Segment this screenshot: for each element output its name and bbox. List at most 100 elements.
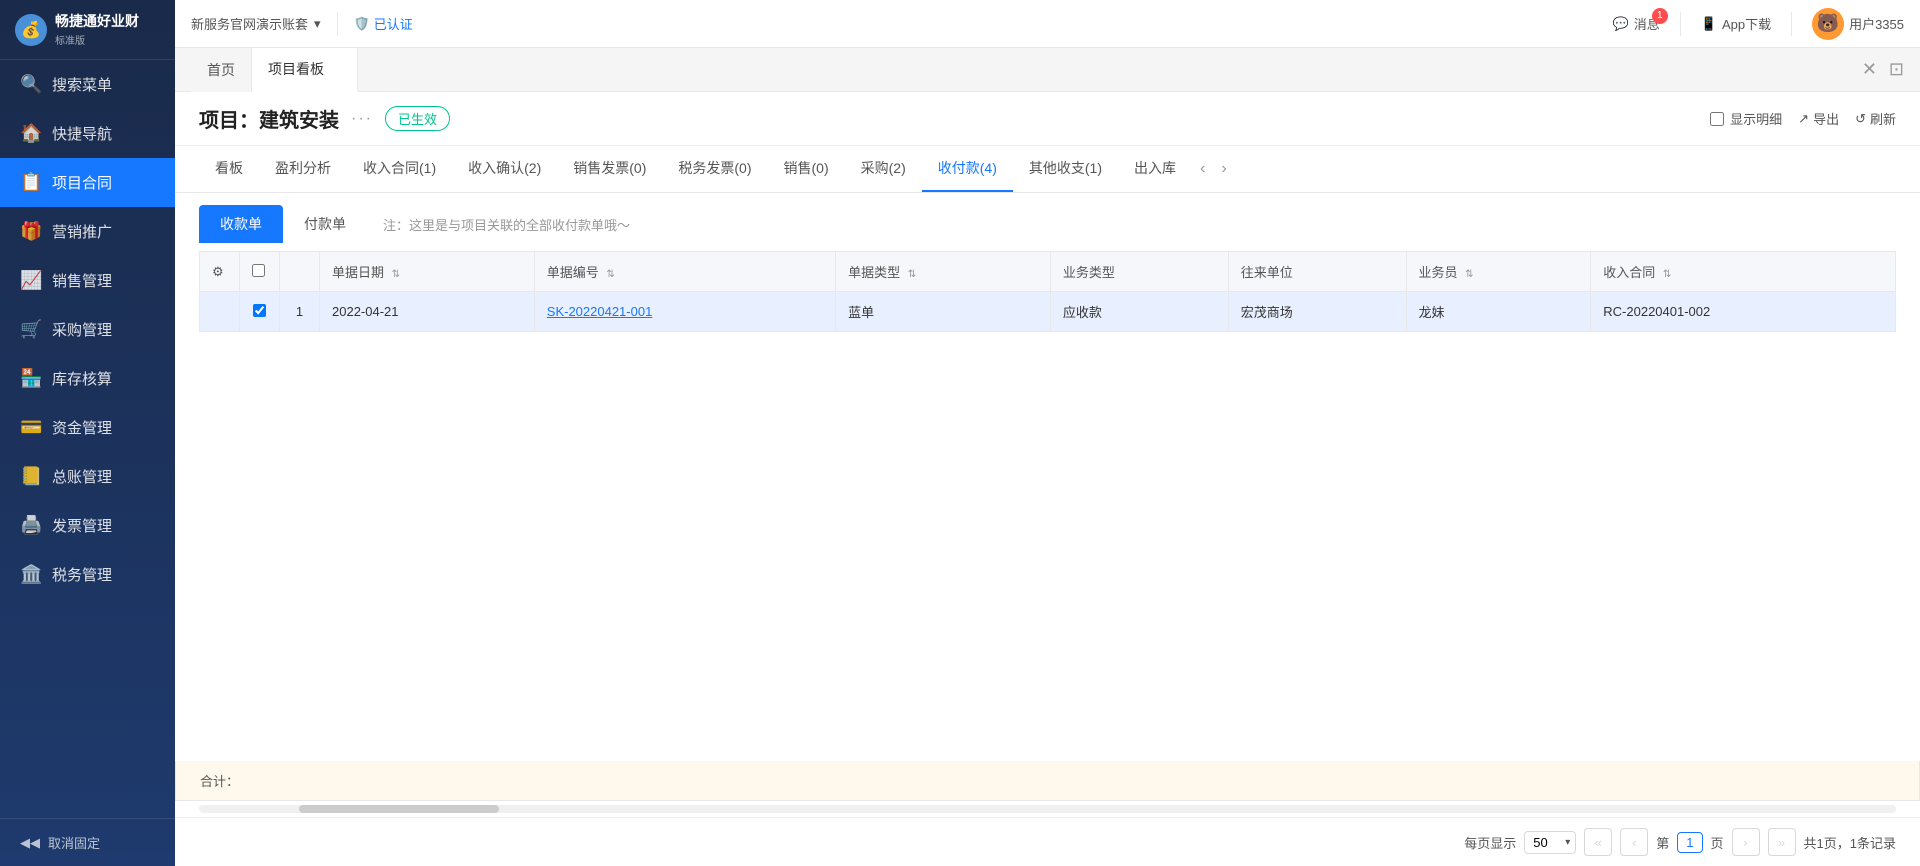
home-icon: 🏠 (20, 123, 42, 144)
sidebar-unpin[interactable]: ◀◀ 取消固定 (0, 818, 175, 866)
account-selector[interactable]: 新服务官网演示账套 ▾ (191, 14, 321, 33)
last-page-button[interactable]: » (1768, 828, 1796, 856)
verified-label: 已认证 (374, 14, 413, 33)
more-options[interactable]: ··· (351, 110, 373, 128)
show-detail-label: 显示明细 (1730, 109, 1782, 128)
sub-tab-kanban[interactable]: 看板 (199, 146, 259, 192)
row-code-link[interactable]: SK-20220421-001 (547, 304, 653, 319)
message-action[interactable]: 💬 消息 1 (1613, 14, 1660, 33)
project-prefix: 项目： (199, 110, 259, 132)
logo-name: 畅捷通好业财 (55, 12, 139, 30)
account-name: 新服务官网演示账套 (191, 14, 308, 33)
sub-tab-other-expense[interactable]: 其他收支(1) (1013, 146, 1118, 192)
project-header: 项目：建筑安装 ··· 已生效 显示明细 ↗ 导出 ↺ 刷新 (175, 92, 1920, 146)
sidebar-scroll: 🔍 搜索菜单 🏠 快捷导航 📋 项目合同 🎁 营销推广 📈 销售管理 🛒 采购管… (0, 60, 175, 818)
gear-column-header[interactable]: ⚙ (200, 252, 240, 292)
export-label: 导出 (1813, 109, 1839, 128)
sub-tab-profit[interactable]: 盈利分析 (259, 146, 347, 192)
show-detail-toggle[interactable]: 显示明细 (1710, 109, 1782, 128)
show-detail-checkbox[interactable] (1710, 112, 1724, 126)
row-checkbox[interactable] (253, 304, 266, 317)
scrollbar-thumb[interactable] (299, 805, 499, 813)
sub-tabs: 看板 盈利分析 收入合同(1) 收入确认(2) 销售发票(0) 税务发票(0) … (175, 146, 1920, 193)
date-sort-icon: ⇅ (392, 269, 400, 280)
sidebar-item-label: 资金管理 (52, 417, 112, 438)
table-area: ⚙ 单据日期 ⇅ 单据编号 ⇅ (175, 243, 1920, 761)
salesman-sort-icon: ⇅ (1465, 269, 1473, 280)
project-title: 项目：建筑安装 (199, 104, 339, 133)
sidebar-item-label: 库存核算 (52, 368, 112, 389)
export-button[interactable]: ↗ 导出 (1798, 109, 1839, 128)
tab-home[interactable]: 首页 (191, 48, 252, 92)
tab-close-icon[interactable]: × (334, 62, 341, 76)
sub-tab-tax-invoice[interactable]: 税务发票(0) (662, 146, 767, 192)
sidebar-item-inventory[interactable]: 🏪 库存核算 (0, 354, 175, 403)
code-column-header[interactable]: 单据编号 ⇅ (534, 252, 835, 292)
next-page-button[interactable]: › (1732, 828, 1760, 856)
unpin-label: 取消固定 (48, 833, 100, 852)
refresh-button[interactable]: ↺ 刷新 (1855, 109, 1896, 128)
user-action[interactable]: 🐻 用户3355 (1812, 8, 1904, 40)
income-contract-column-header[interactable]: 收入合同 ⇅ (1591, 252, 1896, 292)
sub-tab-inout[interactable]: 出入库 (1118, 146, 1192, 192)
sub-tab-income-confirm[interactable]: 收入确认(2) (452, 146, 557, 192)
type-column-header[interactable]: 单据类型 ⇅ (836, 252, 1051, 292)
sidebar-item-sales-mgmt[interactable]: 📈 销售管理 (0, 256, 175, 305)
app-download-action[interactable]: 📱 App下载 (1701, 14, 1771, 33)
row-num: 1 (280, 292, 320, 332)
sidebar-item-invoice[interactable]: 🖨️ 发票管理 (0, 501, 175, 550)
prev-page-button[interactable]: ‹ (1620, 828, 1648, 856)
horizontal-scrollbar[interactable] (199, 805, 1896, 813)
inner-tab-receipt[interactable]: 收款单 (199, 205, 283, 243)
sub-tabs-prev-arrow[interactable]: ‹ (1192, 148, 1213, 190)
sidebar-item-capital[interactable]: 💳 资金管理 (0, 403, 175, 452)
sidebar-item-quick-nav[interactable]: 🏠 快捷导航 (0, 109, 175, 158)
search-icon: 🔍 (20, 74, 42, 95)
salesman-column-header[interactable]: 业务员 ⇅ (1406, 252, 1591, 292)
row-checkbox-cell[interactable] (240, 292, 280, 332)
date-column-header[interactable]: 单据日期 ⇅ (320, 252, 535, 292)
row-code[interactable]: SK-20220421-001 (534, 292, 835, 332)
sidebar-item-label: 搜索菜单 (52, 74, 112, 95)
sub-tab-sales[interactable]: 销售(0) (768, 146, 845, 192)
sidebar-item-marketing[interactable]: 🎁 营销推广 (0, 207, 175, 256)
sub-tab-purchase[interactable]: 采购(2) (845, 146, 922, 192)
sidebar-item-project-contract[interactable]: 📋 项目合同 (0, 158, 175, 207)
scrollbar-area (175, 801, 1920, 817)
message-icon: 💬 (1613, 16, 1629, 32)
tabbar: 首页 项目看板 × ✕ ⊡ (175, 48, 1920, 92)
sidebar-item-ledger[interactable]: 📒 总账管理 (0, 452, 175, 501)
sub-tab-income-contract[interactable]: 收入合同(1) (347, 146, 452, 192)
tab-project[interactable]: 项目看板 × (252, 48, 358, 92)
per-page-select[interactable]: 50 100 200 (1524, 831, 1576, 854)
maximize-icon[interactable]: ⊡ (1889, 59, 1904, 80)
sidebar-item-search[interactable]: 🔍 搜索菜单 (0, 60, 175, 109)
capital-icon: 💳 (20, 417, 42, 438)
sub-tabs-next-arrow[interactable]: › (1213, 148, 1234, 190)
table-row: 1 2022-04-21 SK-20220421-001 蓝单 应收款 宏茂商场… (200, 292, 1896, 332)
unpin-icon: ◀◀ (20, 835, 40, 851)
sidebar-item-tax[interactable]: 🏛️ 税务管理 (0, 550, 175, 599)
message-badge: 1 (1652, 8, 1668, 24)
marketing-icon: 🎁 (20, 221, 42, 242)
topbar: 新服务官网演示账套 ▾ 🛡️ 已认证 💬 消息 1 📱 App下载 🐻 用户33… (175, 0, 1920, 48)
close-window-icon[interactable]: ✕ (1862, 59, 1877, 80)
sum-label: 合计： (200, 774, 239, 789)
inner-tabs: 收款单 付款单 注：这里是与项目关联的全部收付款单哦～ (175, 193, 1920, 243)
sidebar-item-label: 项目合同 (52, 172, 112, 193)
inventory-icon: 🏪 (20, 368, 42, 389)
refresh-label: 刷新 (1870, 109, 1896, 128)
sub-tab-sales-invoice[interactable]: 销售发票(0) (557, 146, 662, 192)
topbar-divider3 (1791, 12, 1792, 36)
select-all-checkbox[interactable] (252, 264, 265, 277)
sidebar-item-purchase-mgmt[interactable]: 🛒 采购管理 (0, 305, 175, 354)
ledger-icon: 📒 (20, 466, 42, 487)
inner-tab-payment[interactable]: 付款单 (283, 205, 367, 243)
page-suffix: 页 (1711, 833, 1724, 852)
topbar-right: 💬 消息 1 📱 App下载 🐻 用户3355 (1613, 8, 1904, 40)
table-header-row: ⚙ 单据日期 ⇅ 单据编号 ⇅ (200, 252, 1896, 292)
check-column-header[interactable] (240, 252, 280, 292)
sub-tab-receipt[interactable]: 收付款(4) (922, 146, 1013, 192)
first-page-button[interactable]: « (1584, 828, 1612, 856)
logo-sub: 标准版 (55, 32, 139, 47)
